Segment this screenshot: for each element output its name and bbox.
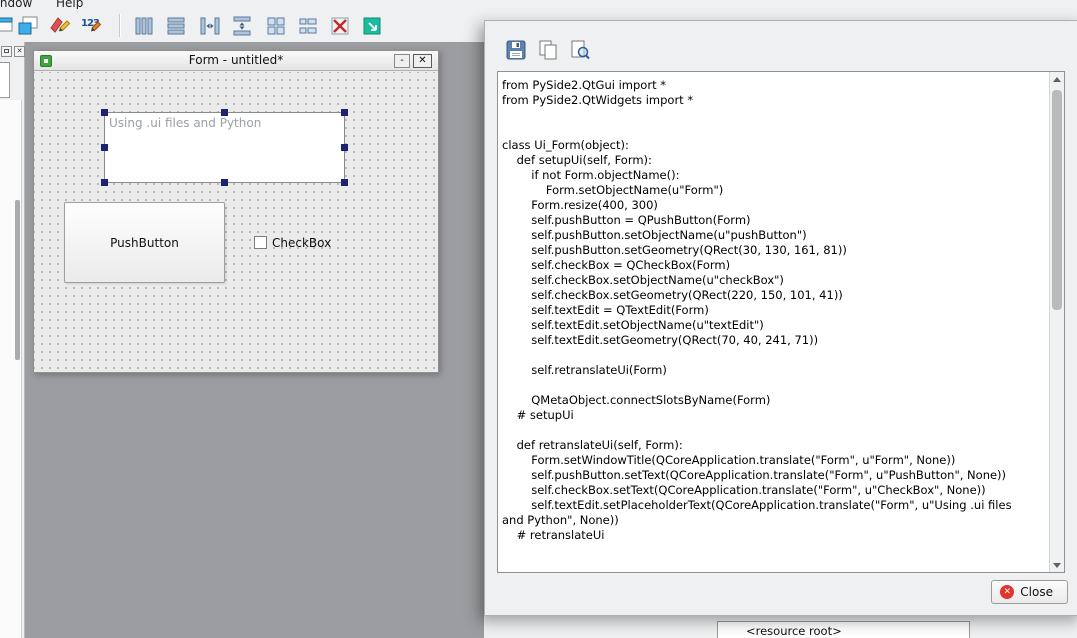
menu-help[interactable]: Help	[56, 0, 83, 9]
form-window-title: Form - untitled*	[34, 53, 438, 67]
save-icon	[504, 38, 528, 62]
left-dock-panel: ✕	[0, 42, 25, 638]
edit-widgets-button[interactable]	[14, 12, 41, 39]
resource-root-item[interactable]: <resource root>	[717, 621, 970, 638]
layout-horizontal-icon	[132, 14, 156, 38]
qt-designer-app: Window Help 123	[0, 0, 1077, 638]
copy-button[interactable]	[535, 37, 561, 63]
break-layout-button[interactable]	[326, 12, 353, 39]
selection-handle-bottom-left[interactable]	[101, 179, 108, 186]
form-canvas[interactable]: Using .ui files and Python PushButton Ch…	[34, 72, 438, 372]
code-view[interactable]: from PySide2.QtGui import * from PySide2…	[497, 71, 1065, 573]
layout-vertical-icon	[164, 14, 188, 38]
resource-root-label: <resource root>	[746, 624, 842, 638]
adjust-size-icon	[360, 14, 384, 38]
dock-float-button[interactable]	[1, 46, 12, 57]
widgetbox-filter-fragment	[0, 62, 10, 98]
toolbar-separator	[119, 14, 121, 37]
edit-signals-slots-icon	[48, 14, 72, 38]
textedit-widget[interactable]: Using .ui files and Python	[104, 112, 345, 183]
selection-handle-top-left[interactable]	[101, 109, 108, 116]
checkbox-label: CheckBox	[272, 236, 331, 250]
scroll-up-button[interactable]	[1050, 72, 1064, 86]
menu-window[interactable]: Window	[0, 0, 32, 9]
form-close-button[interactable]: ✕	[413, 54, 432, 68]
copy-icon	[536, 38, 560, 62]
selection-handle-bottom-middle[interactable]	[221, 179, 228, 186]
form-minimize-button[interactable]: -	[394, 54, 410, 68]
pushbutton-widget[interactable]: PushButton	[64, 202, 225, 283]
mdi-area: Form - untitled* - ✕ Using .ui files and…	[25, 42, 484, 638]
code-scrollbar[interactable]	[1049, 72, 1064, 572]
edit-tab-order-button[interactable]: 123	[79, 12, 106, 39]
selection-handle-bottom-right[interactable]	[341, 179, 348, 186]
scroll-down-button[interactable]	[1050, 558, 1064, 572]
float-icon	[4, 49, 9, 53]
selection-handle-top-right[interactable]	[341, 109, 348, 116]
form-window-titlebar[interactable]: Form - untitled* - ✕	[34, 51, 438, 71]
menubar: Window Help	[0, 0, 1077, 9]
layout-grid-button[interactable]	[262, 12, 289, 39]
arrow-up-icon	[1053, 77, 1061, 82]
save-button[interactable]	[503, 37, 529, 63]
code-viewer-dialog: from PySide2.QtGui import * from PySide2…	[484, 20, 1077, 616]
close-circle-icon: ✕	[1000, 585, 1014, 599]
layout-horizontal-splitter-button[interactable]	[196, 12, 223, 39]
arrow-down-icon	[1053, 563, 1061, 568]
layout-grid-icon	[264, 14, 288, 38]
close-icon: ✕	[17, 47, 23, 55]
checkbox-indicator[interactable]	[254, 236, 267, 249]
layout-vertical-splitter-icon	[230, 14, 254, 38]
find-button[interactable]	[567, 37, 593, 63]
layout-horizontal-button[interactable]	[130, 12, 157, 39]
layout-form-icon	[296, 14, 320, 38]
widgetbox-body-fragment	[0, 100, 22, 638]
dock-close-button[interactable]: ✕	[14, 46, 25, 57]
edit-tab-order-icon	[79, 12, 103, 36]
break-layout-icon	[328, 14, 352, 38]
selection-handle-middle-left[interactable]	[101, 144, 108, 151]
resource-browser-panel: <resource root>	[484, 616, 1077, 638]
textedit-placeholder: Using .ui files and Python	[109, 116, 261, 130]
layout-horizontal-splitter-icon	[198, 14, 222, 38]
close-button-label: Close	[1020, 585, 1053, 599]
code-text[interactable]: from PySide2.QtGui import * from PySide2…	[502, 78, 1048, 570]
find-icon	[568, 38, 592, 62]
edit-signals-slots-button[interactable]	[46, 12, 73, 39]
selection-handle-top-middle[interactable]	[221, 109, 228, 116]
form-editor-window: Form - untitled* - ✕ Using .ui files and…	[33, 50, 439, 373]
scrollbar-thumb[interactable]	[1052, 90, 1062, 310]
selection-handle-middle-right[interactable]	[341, 144, 348, 151]
pushbutton-label: PushButton	[110, 236, 179, 250]
checkbox-widget[interactable]: CheckBox	[254, 222, 355, 263]
edit-widgets-icon	[16, 14, 40, 38]
close-button[interactable]: ✕ Close	[991, 580, 1068, 604]
layout-vertical-splitter-button[interactable]	[228, 12, 255, 39]
layout-form-button[interactable]	[294, 12, 321, 39]
layout-vertical-button[interactable]	[162, 12, 189, 39]
adjust-size-button[interactable]	[358, 12, 385, 39]
widgetbox-scrollbar[interactable]	[15, 200, 20, 360]
